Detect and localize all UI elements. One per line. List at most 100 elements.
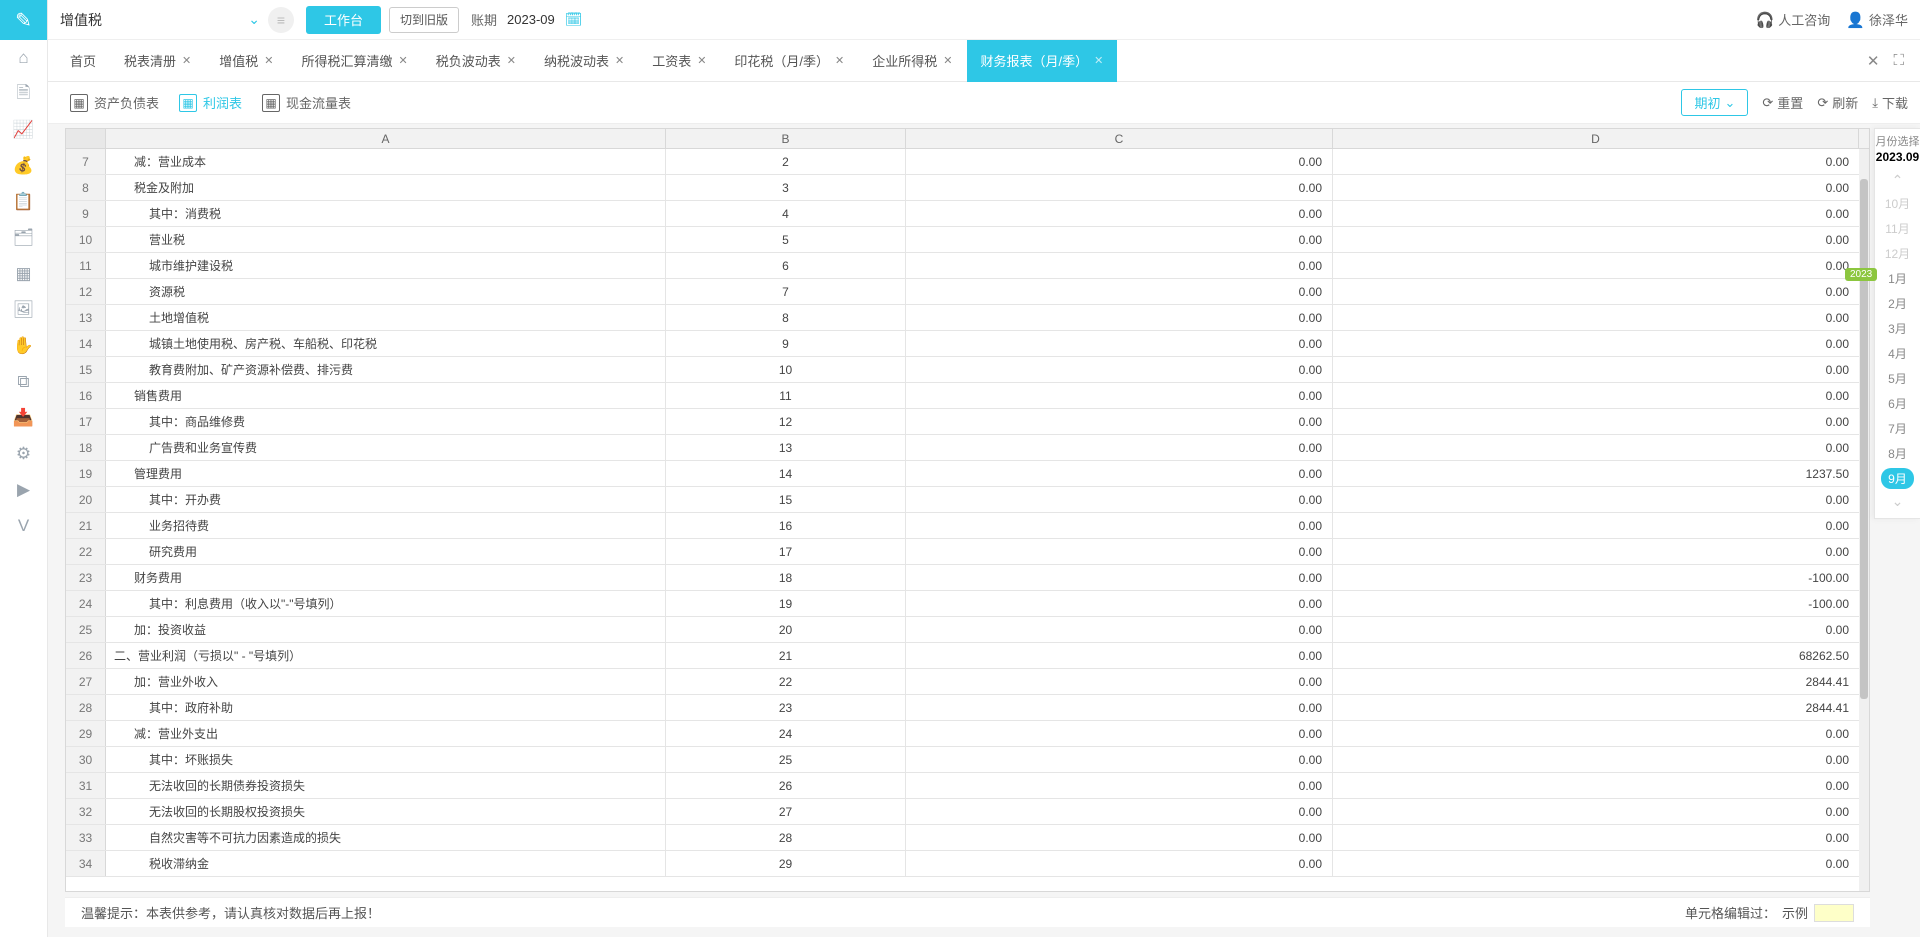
cell-a[interactable]: 加：营业外收入 <box>106 669 666 694</box>
cell-c[interactable]: 0.00 <box>906 175 1333 200</box>
cell-c[interactable]: 0.00 <box>906 253 1333 278</box>
tab-工资表[interactable]: 工资表✕ <box>638 40 720 82</box>
row-number[interactable]: 18 <box>66 435 106 460</box>
month-option[interactable]: 8月 <box>1875 441 1920 466</box>
cell-c[interactable]: 0.00 <box>906 747 1333 772</box>
row-number[interactable]: 12 <box>66 279 106 304</box>
tab-税负波动表[interactable]: 税负波动表✕ <box>422 40 530 82</box>
cell-a[interactable]: 研究费用 <box>106 539 666 564</box>
cell-a[interactable]: 其中：政府补助 <box>106 695 666 720</box>
cell-a[interactable]: 财务费用 <box>106 565 666 590</box>
rail-home-icon[interactable]: ⌂ <box>0 40 47 76</box>
scrollbar-thumb[interactable] <box>1860 179 1868 699</box>
month-option[interactable]: 4月 <box>1875 341 1920 366</box>
cell-d[interactable]: 0.00 <box>1333 331 1859 356</box>
rail-table-icon[interactable]: ▦ <box>0 256 47 292</box>
month-option[interactable]: 5月 <box>1875 366 1920 391</box>
cell-d[interactable]: 0.00 <box>1333 409 1859 434</box>
month-option[interactable]: 11月 <box>1875 216 1920 241</box>
cell-b[interactable]: 12 <box>666 409 906 434</box>
cell-d[interactable]: 1237.50 <box>1333 461 1859 486</box>
row-number[interactable]: 11 <box>66 253 106 278</box>
tab-企业所得税[interactable]: 企业所得税✕ <box>858 40 966 82</box>
month-option[interactable]: 6月 <box>1875 391 1920 416</box>
cell-c[interactable]: 0.00 <box>906 825 1333 850</box>
cell-a[interactable]: 教育费附加、矿产资源补偿费、排污费 <box>106 357 666 382</box>
tab-首页[interactable]: 首页 <box>56 40 110 82</box>
col-header-b[interactable]: B <box>666 129 906 148</box>
close-icon[interactable]: ✕ <box>399 54 408 67</box>
rail-bag-icon[interactable]: 💰 <box>0 148 47 184</box>
sheet-tab-资产负债表[interactable]: ▦资产负债表 <box>60 88 169 118</box>
cell-a[interactable]: 减：营业成本 <box>106 149 666 174</box>
cell-c[interactable]: 0.00 <box>906 695 1333 720</box>
sheet-tab-现金流量表[interactable]: ▦现金流量表 <box>252 88 361 118</box>
rail-gear-icon[interactable]: ⚙ <box>0 436 47 472</box>
cell-d[interactable]: 0.00 <box>1333 435 1859 460</box>
row-number[interactable]: 19 <box>66 461 106 486</box>
row-number[interactable]: 29 <box>66 721 106 746</box>
cell-a[interactable]: 无法收回的长期股权投资损失 <box>106 799 666 824</box>
cell-c[interactable]: 0.00 <box>906 227 1333 252</box>
cell-d[interactable]: 0.00 <box>1333 747 1859 772</box>
cell-d[interactable]: 2844.41 <box>1333 695 1859 720</box>
cell-d[interactable]: 2844.41 <box>1333 669 1859 694</box>
cell-d[interactable]: 0.00 <box>1333 539 1859 564</box>
close-all-icon[interactable]: ✕ <box>1867 52 1880 70</box>
cell-d[interactable]: 0.00 <box>1333 825 1859 850</box>
switch-old-button[interactable]: 切到旧版 <box>389 7 459 33</box>
row-number[interactable]: 26 <box>66 643 106 668</box>
cell-b[interactable]: 29 <box>666 851 906 876</box>
fullscreen-icon[interactable]: ⛶ <box>1893 52 1904 69</box>
cell-b[interactable]: 6 <box>666 253 906 278</box>
close-icon[interactable]: ✕ <box>264 54 273 67</box>
cell-b[interactable]: 20 <box>666 617 906 642</box>
row-number[interactable]: 31 <box>66 773 106 798</box>
cell-a[interactable]: 广告费和业务宣传费 <box>106 435 666 460</box>
cell-b[interactable]: 26 <box>666 773 906 798</box>
cell-a[interactable]: 土地增值税 <box>106 305 666 330</box>
cell-d[interactable]: -100.00 <box>1333 565 1859 590</box>
cell-b[interactable]: 17 <box>666 539 906 564</box>
rail-chart-icon[interactable]: 📈 <box>0 112 47 148</box>
refresh-button[interactable]: ⟳ 刷新 <box>1817 93 1858 112</box>
cell-b[interactable]: 5 <box>666 227 906 252</box>
rail-clipboard-icon[interactable]: 📋 <box>0 184 47 220</box>
close-icon[interactable]: ✕ <box>182 54 191 67</box>
cell-d[interactable]: 0.00 <box>1333 487 1859 512</box>
cell-d[interactable]: 0.00 <box>1333 799 1859 824</box>
period-init-button[interactable]: 期初 ⌄ <box>1681 89 1748 116</box>
cell-b[interactable]: 16 <box>666 513 906 538</box>
cell-d[interactable]: 0.00 <box>1333 175 1859 200</box>
cell-d[interactable]: 0.00 <box>1333 851 1859 876</box>
cell-a[interactable]: 其中：利息费用（收入以"-"号填列） <box>106 591 666 616</box>
tab-所得税汇算清缴[interactable]: 所得税汇算清缴✕ <box>287 40 421 82</box>
row-number[interactable]: 32 <box>66 799 106 824</box>
cell-d[interactable]: 0.00 <box>1333 149 1859 174</box>
cell-b[interactable]: 21 <box>666 643 906 668</box>
row-number[interactable]: 8 <box>66 175 106 200</box>
cell-c[interactable]: 0.00 <box>906 201 1333 226</box>
rail-doc-icon[interactable]: 🗎 <box>0 76 47 112</box>
tab-财务报表（月/季）[interactable]: 财务报表（月/季）✕ <box>967 40 1118 82</box>
cell-b[interactable]: 24 <box>666 721 906 746</box>
circle-menu-icon[interactable]: ≡ <box>268 7 294 33</box>
cell-d[interactable]: 0.00 <box>1333 773 1859 798</box>
select-all-corner[interactable] <box>66 129 106 148</box>
row-number[interactable]: 25 <box>66 617 106 642</box>
cell-d[interactable]: -100.00 <box>1333 591 1859 616</box>
month-up-icon[interactable]: ⌃ <box>1875 170 1920 191</box>
row-number[interactable]: 22 <box>66 539 106 564</box>
vertical-scrollbar[interactable] <box>1859 149 1869 891</box>
cell-a[interactable]: 营业税 <box>106 227 666 252</box>
cell-c[interactable]: 0.00 <box>906 149 1333 174</box>
cell-a[interactable]: 其中：开办费 <box>106 487 666 512</box>
cell-c[interactable]: 0.00 <box>906 669 1333 694</box>
rail-copy-icon[interactable]: ⧉ <box>0 364 47 400</box>
consult-button[interactable]: 🎧 人工咨询 <box>1756 10 1831 29</box>
cell-c[interactable]: 0.00 <box>906 435 1333 460</box>
close-icon[interactable]: ✕ <box>1094 54 1103 67</box>
download-button[interactable]: ⤓ 下载 <box>1872 93 1908 112</box>
cell-b[interactable]: 15 <box>666 487 906 512</box>
cell-a[interactable]: 无法收回的长期债券投资损失 <box>106 773 666 798</box>
